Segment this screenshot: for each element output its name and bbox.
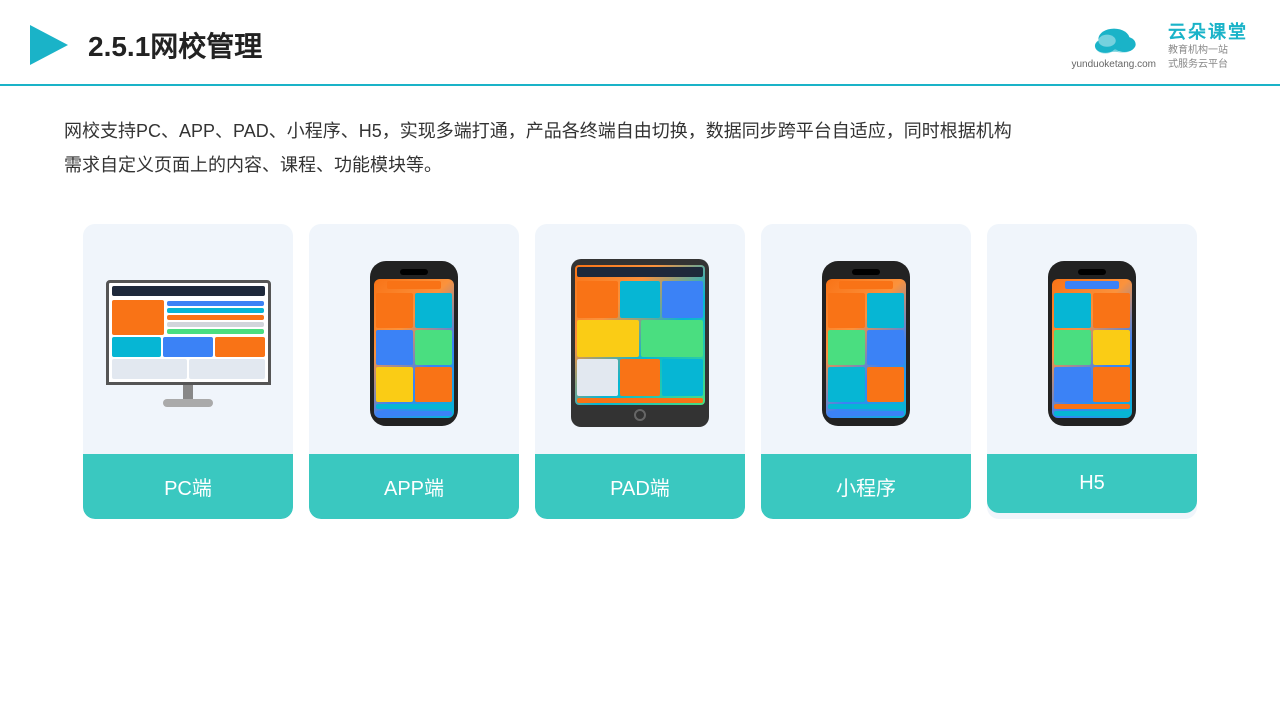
page-title: 2.5.1网校管理 [88, 25, 262, 65]
card-miniprogram: 小程序 [761, 224, 971, 519]
monitor-mockup [106, 280, 271, 407]
logo-url: yunduoketang.com [1071, 59, 1156, 70]
phone-mockup-h5 [1048, 261, 1136, 426]
desc-line2: 需求自定义页面上的内容、课程、功能模块等。 [64, 148, 1216, 182]
tablet-mockup [571, 259, 709, 427]
card-app-label: APP端 [309, 454, 519, 519]
card-miniprogram-label: 小程序 [761, 454, 971, 519]
logo-cloud: yunduoketang.com [1071, 21, 1156, 70]
card-pc-image [83, 224, 293, 454]
phone-mockup-app [370, 261, 458, 426]
tablet-home-button [634, 409, 646, 421]
card-pad-label: PAD端 [535, 454, 745, 519]
card-pc: PC端 [83, 224, 293, 519]
monitor-base [163, 399, 213, 407]
header: 2.5.1网校管理 yunduoketang.com 云朵课堂 教育机构一站 式… [0, 0, 1280, 86]
card-pad-image [535, 224, 745, 454]
header-left: 2.5.1网校管理 [24, 21, 262, 69]
play-icon [24, 21, 72, 69]
card-app: APP端 [309, 224, 519, 519]
monitor-screen [106, 280, 271, 385]
card-pad: PAD端 [535, 224, 745, 519]
logo-text: 云朵课堂 教育机构一站 式服务云平台 [1168, 18, 1248, 72]
card-h5-image [987, 224, 1197, 454]
description: 网校支持PC、APP、PAD、小程序、H5，实现多端打通，产品各终端自由切换，数… [0, 86, 1280, 190]
card-miniprogram-image [761, 224, 971, 454]
cloud-logo-icon [1088, 21, 1140, 57]
cards-container: PC端 [0, 200, 1280, 543]
logo-slogan: 教育机构一站 式服务云平台 [1168, 44, 1228, 72]
logo-area: yunduoketang.com 云朵课堂 教育机构一站 式服务云平台 [1071, 18, 1248, 72]
card-h5-label: H5 [987, 454, 1197, 513]
card-pc-label: PC端 [83, 454, 293, 519]
card-app-image [309, 224, 519, 454]
logo-name: 云朵课堂 [1168, 18, 1248, 44]
card-h5: H5 [987, 224, 1197, 519]
monitor-neck [183, 385, 193, 399]
phone-mockup-mini [822, 261, 910, 426]
desc-line1: 网校支持PC、APP、PAD、小程序、H5，实现多端打通，产品各终端自由切换，数… [64, 114, 1216, 148]
